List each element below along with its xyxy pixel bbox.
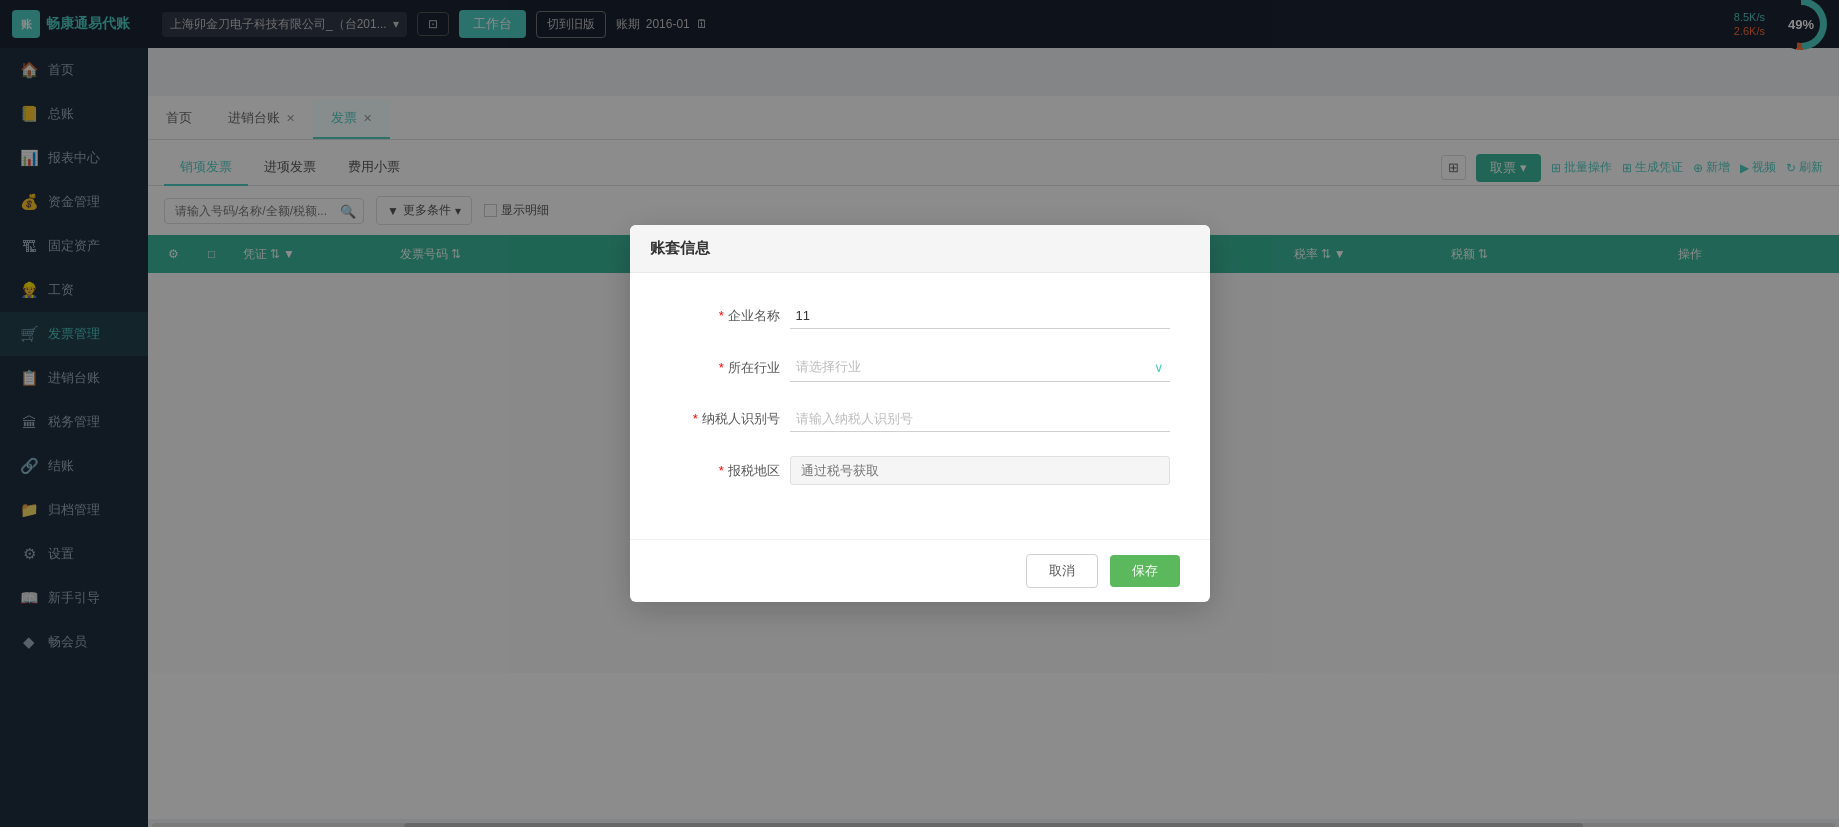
- form-row-tax-id: * 纳税人识别号: [670, 406, 1170, 432]
- modal-body: * 企业名称 * 所在行业 请选择行业 ∨ * 纳: [630, 273, 1210, 539]
- tax-region-label: * 报税地区: [670, 462, 790, 480]
- modal-title: 账套信息: [650, 239, 710, 256]
- account-info-modal: 账套信息 * 企业名称 * 所在行业 请选择行业 ∨: [630, 225, 1210, 602]
- modal-footer: 取消 保存: [630, 539, 1210, 602]
- cancel-button[interactable]: 取消: [1026, 554, 1098, 588]
- company-name-input[interactable]: [790, 303, 1170, 329]
- form-row-industry: * 所在行业 请选择行业 ∨: [670, 353, 1170, 382]
- industry-dropdown-icon: ∨: [1154, 360, 1164, 375]
- save-button[interactable]: 保存: [1110, 555, 1180, 587]
- industry-placeholder: 请选择行业: [796, 358, 1154, 376]
- form-row-tax-region: * 报税地区: [670, 456, 1170, 485]
- modal-header: 账套信息: [630, 225, 1210, 273]
- tax-region-input: [790, 456, 1170, 485]
- tax-id-input[interactable]: [790, 406, 1170, 432]
- modal-overlay: 账套信息 * 企业名称 * 所在行业 请选择行业 ∨: [0, 0, 1839, 827]
- form-row-company-name: * 企业名称: [670, 303, 1170, 329]
- tax-id-label: * 纳税人识别号: [670, 410, 790, 428]
- company-name-label: * 企业名称: [670, 307, 790, 325]
- industry-select[interactable]: 请选择行业 ∨: [790, 353, 1170, 382]
- industry-label: * 所在行业: [670, 359, 790, 377]
